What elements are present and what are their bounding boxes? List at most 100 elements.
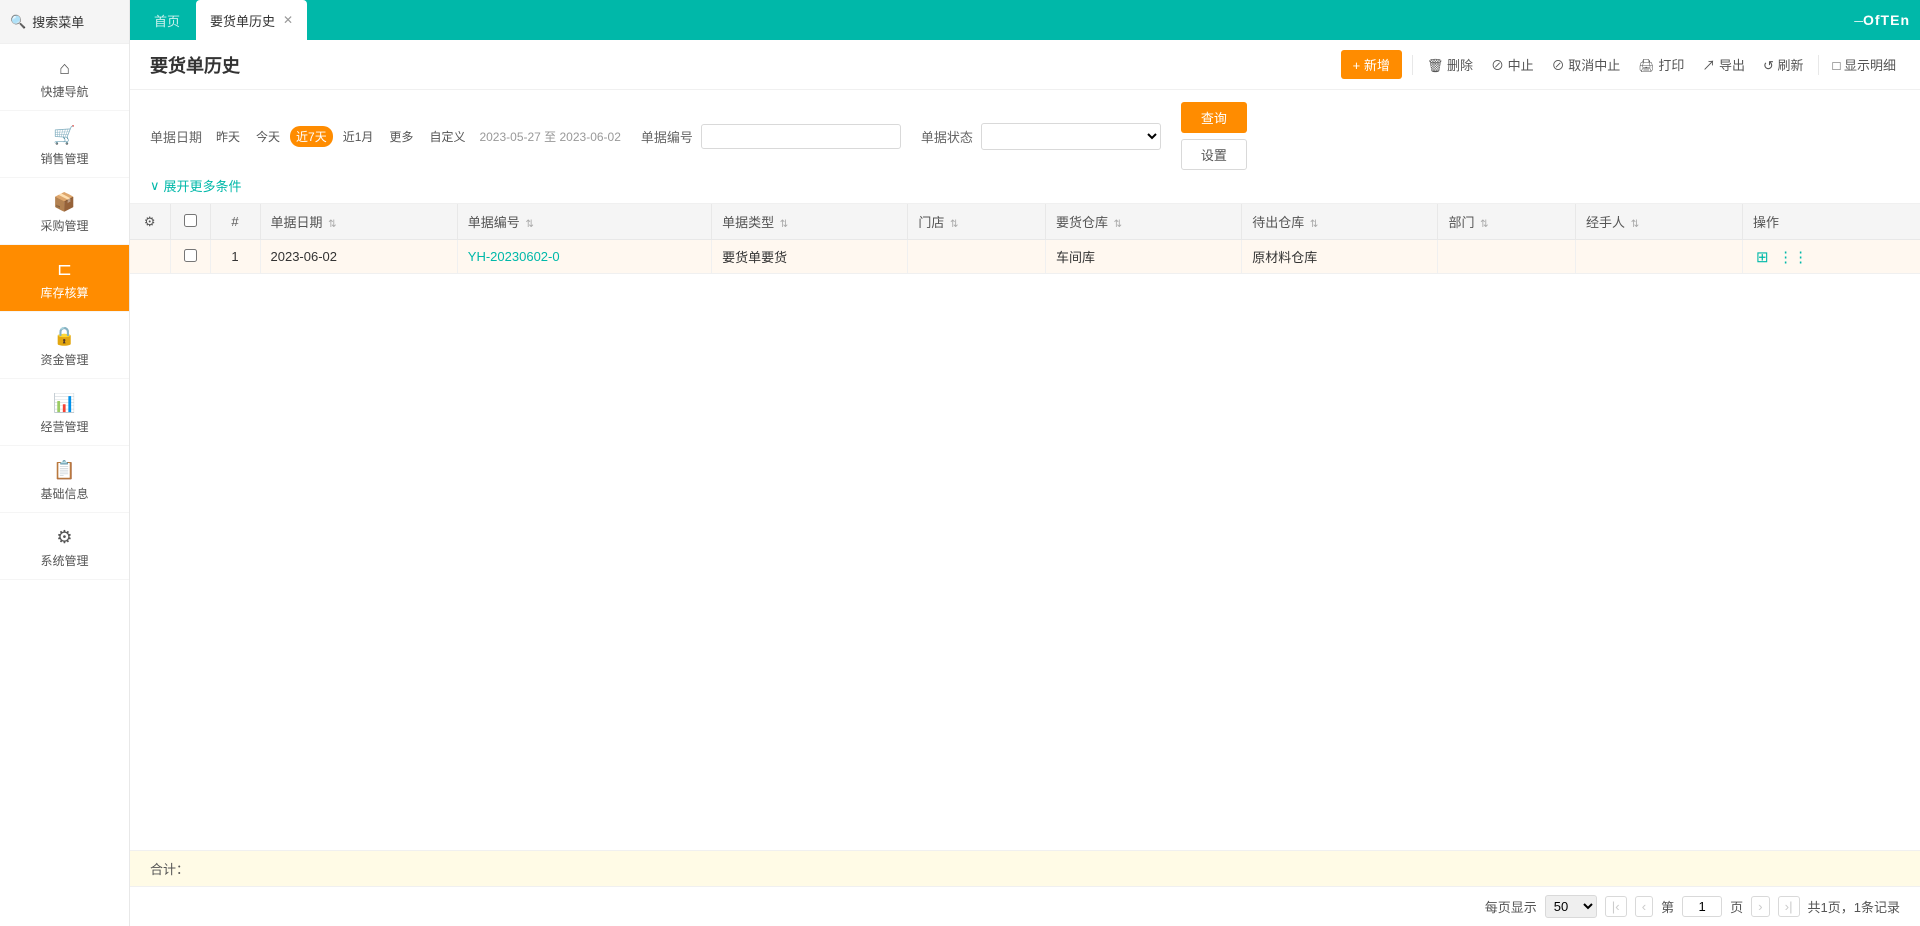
main-area: 首页 要货单历史 ✕ — □ ✕ OfTEn 要货单历史 + 新增 🗑 删除 [130,0,1920,926]
expand-btn-label: 展开更多条件 [164,176,242,195]
row-department [1438,240,1576,274]
sort-icon-req-warehouse: ⇅ [1114,219,1122,230]
row-checkbox[interactable] [184,249,197,262]
summary-label: 合计： [150,862,189,877]
cancel-stop-button[interactable]: ⊘ 取消中止 [1548,55,1625,74]
doc-status-select[interactable] [981,123,1161,150]
sidebar: 🔍 搜索菜单 ⌂ 快捷导航 🛒 销售管理 📦 采购管理 ⊏ 库存核算 🔒 资金管… [0,0,130,926]
col-doc-date[interactable]: 单据日期 ⇅ [260,204,457,240]
refresh-button[interactable]: ↺ 刷新 [1759,55,1808,74]
row-store [908,240,1046,274]
sidebar-item-label: 系统管理 [40,552,88,569]
inventory-icon: ⊏ [57,259,72,280]
search-icon: 🔍 [10,14,26,30]
export-button[interactable]: ↗ 导出 [1698,55,1749,74]
col-operation: 操作 [1742,204,1920,240]
col-req-warehouse[interactable]: 要货仓库 ⇅ [1045,204,1241,240]
date-btn-last7days[interactable]: 近7天 [290,126,333,147]
total-info: 共1页，1条记录 [1808,897,1900,916]
col-department[interactable]: 部门 ⇅ [1438,204,1576,240]
col-handler[interactable]: 经手人 ⇅ [1576,204,1743,240]
tab-home-label: 首页 [154,11,180,30]
prev-page-button[interactable]: ‹ [1635,896,1653,917]
filter-date: 单据日期 昨天 今天 近7天 近1月 更多 自定义 2023-05-27 至 2… [150,126,621,147]
doc-number-label: 单据编号 [641,127,693,146]
sidebar-item-inventory[interactable]: ⊏ 库存核算 [0,245,129,312]
row-handler [1576,240,1743,274]
sidebar-search[interactable]: 🔍 搜索菜单 [0,0,129,44]
expand-more-conditions[interactable]: ∨ 展开更多条件 [150,176,1900,195]
date-btn-custom[interactable]: 自定义 [423,126,471,147]
date-btn-today[interactable]: 今天 [250,126,286,147]
date-btn-yesterday[interactable]: 昨天 [210,126,246,147]
row-checkbox-cell [170,240,210,274]
tab-requisition-history[interactable]: 要货单历史 ✕ [196,0,307,40]
row-num: 1 [210,240,260,274]
sidebar-item-system[interactable]: ⚙ 系统管理 [0,513,129,580]
finance-icon: 🔒 [53,326,75,347]
sidebar-item-label: 采购管理 [40,217,88,234]
doc-number-link[interactable]: YH-20230602-0 [468,249,560,264]
filter-row-1: 单据日期 昨天 今天 近7天 近1月 更多 自定义 2023-05-27 至 2… [150,102,1900,170]
row-doc-number: YH-20230602-0 [457,240,711,274]
print-button[interactable]: 🖨 打印 [1634,55,1688,74]
col-store[interactable]: 门店 ⇅ [908,204,1046,240]
next-page-button[interactable]: › [1751,896,1769,917]
col-doc-type[interactable]: 单据类型 ⇅ [712,204,908,240]
col-settings[interactable]: ⚙ [130,204,170,240]
settings-button[interactable]: 设置 [1181,139,1247,170]
sidebar-item-quick-nav[interactable]: ⌂ 快捷导航 [0,44,129,111]
top-bar-right: — □ ✕ OfTEn [1854,12,1910,28]
col-doc-number[interactable]: 单据编号 ⇅ [457,204,711,240]
filter-doc-status: 单据状态 [921,123,1161,150]
sidebar-search-label: 搜索菜单 [32,12,84,31]
date-btn-last1month[interactable]: 近1月 [337,126,380,147]
row-doc-date: 2023-06-02 [260,240,457,274]
new-button[interactable]: + 新增 [1341,50,1402,79]
sidebar-item-purchase[interactable]: 📦 采购管理 [0,178,129,245]
row-req-warehouse: 车间库 [1045,240,1241,274]
sidebar-item-basicinfo[interactable]: 📋 基础信息 [0,446,129,513]
col-pending-warehouse[interactable]: 待出仓库 ⇅ [1242,204,1438,240]
page-label-last: 页 [1730,897,1743,916]
col-num: # [210,204,260,240]
page-title: 要货单历史 [150,52,240,78]
page-number-input[interactable] [1682,896,1722,917]
query-button[interactable]: 查询 [1181,102,1247,133]
top-bar: 首页 要货单历史 ✕ — □ ✕ OfTEn [130,0,1920,40]
date-quick-buttons: 昨天 今天 近7天 近1月 更多 自定义 [210,126,471,147]
last-page-button[interactable]: ›| [1778,896,1800,917]
content-area: 要货单历史 + 新增 🗑 删除 ⊘ 中止 ⊘ 取消中止 🖨 打印 ↗ 导出 ↺ … [130,40,1920,926]
table-area: ⚙ # 单据日期 ⇅ 单据编号 [130,204,1920,850]
sidebar-item-label: 经营管理 [40,418,88,435]
page-size-select[interactable]: 50 10 20 100 [1545,895,1597,918]
doc-number-input[interactable] [701,124,901,149]
sales-icon: 🛒 [53,125,75,146]
date-range-display: 2023-05-27 至 2023-06-02 [479,128,620,145]
view-icon[interactable]: ⊞ [1756,249,1769,266]
delete-button[interactable]: 🗑 删除 [1423,55,1477,74]
sidebar-item-sales[interactable]: 🛒 销售管理 [0,111,129,178]
settings-col-icon: ⚙ [144,214,156,229]
sidebar-item-operations[interactable]: 📊 经营管理 [0,379,129,446]
page-header: 要货单历史 + 新增 🗑 删除 ⊘ 中止 ⊘ 取消中止 🖨 打印 ↗ 导出 ↺ … [130,40,1920,90]
divider-2 [1818,55,1819,75]
stop-button[interactable]: ⊘ 中止 [1487,55,1538,74]
sidebar-item-label: 基础信息 [40,485,88,502]
query-btn-group: 查询 设置 [1181,102,1247,170]
show-detail-button[interactable]: □ 显示明细 [1829,55,1900,74]
date-btn-more[interactable]: 更多 [383,126,419,147]
divider-1 [1412,55,1413,75]
more-icon[interactable]: ⋮⋮ [1778,249,1808,266]
row-settings [130,240,170,274]
date-filter-label: 单据日期 [150,127,202,146]
tab-home[interactable]: 首页 [140,0,194,40]
sidebar-item-label: 销售管理 [40,150,88,167]
first-page-button[interactable]: |‹ [1605,896,1627,917]
sidebar-item-finance[interactable]: 🔒 资金管理 [0,312,129,379]
tab-close-icon[interactable]: ✕ [283,13,293,27]
select-all-checkbox[interactable] [184,214,197,227]
pagination: 每页显示 50 10 20 100 |‹ ‹ 第 页 › ›| 共1页，1条记录 [130,886,1920,926]
table-footer: 合计： [130,850,1920,886]
page-label-first: 第 [1661,897,1674,916]
